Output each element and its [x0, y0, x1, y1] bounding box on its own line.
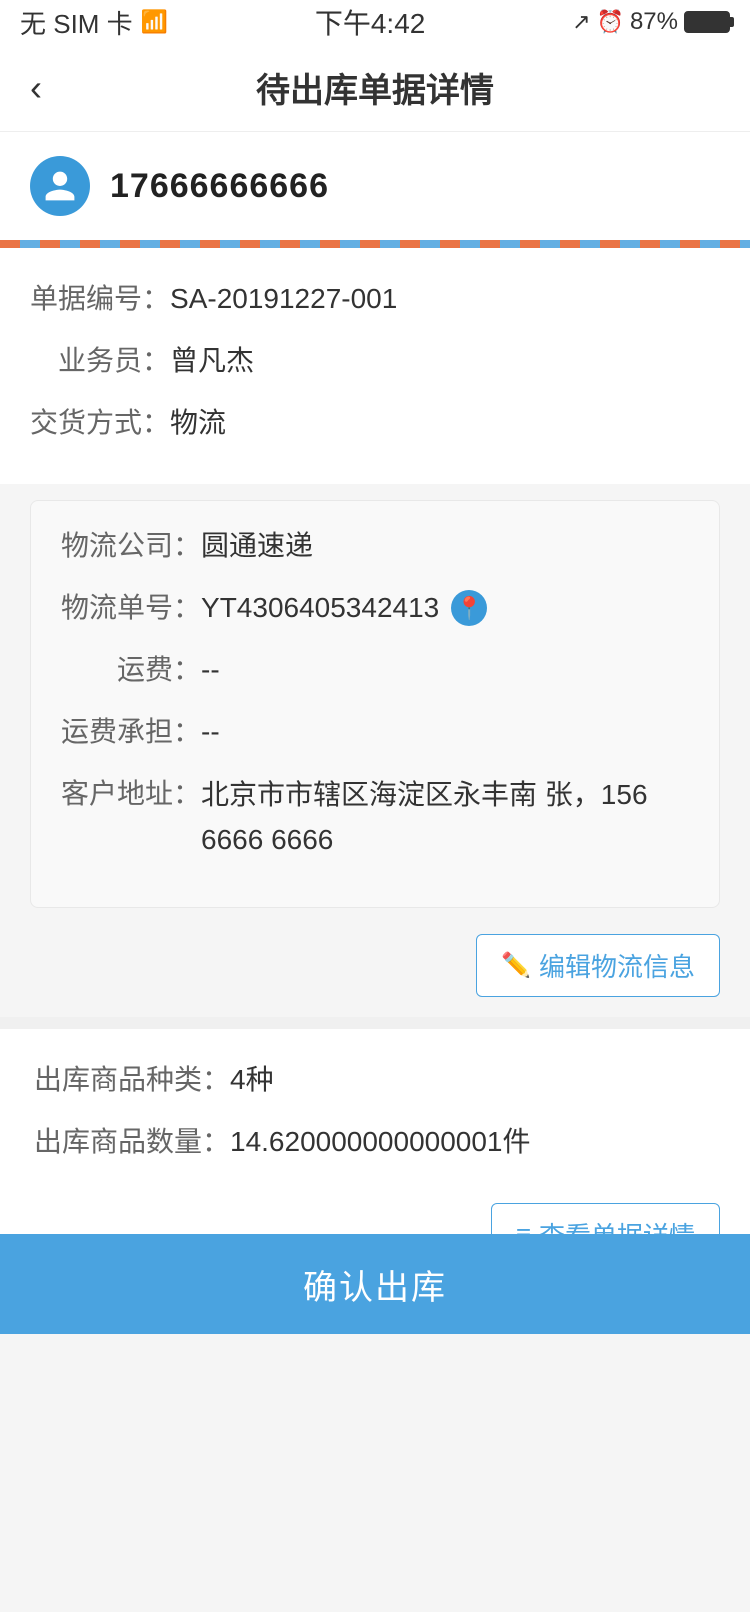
salesman-label: 业务员：	[30, 340, 170, 382]
doc-number-value: SA-20191227-001	[170, 278, 720, 320]
goods-type-label: 出库商品种类：	[30, 1059, 230, 1101]
section-divider	[0, 1017, 750, 1029]
logistics-card: 物流公司： 圆通速递 物流单号： YT4306405342413 运费： -- …	[30, 500, 720, 908]
delivery-method-value: 物流	[170, 402, 720, 444]
dashed-separator	[0, 240, 750, 248]
empty-space	[0, 1312, 750, 1512]
address-value: 北京市市辖区海淀区永丰南 张，156 6666 6666	[201, 773, 689, 863]
document-info-section: 单据编号： SA-20191227-001 业务员： 曾凡杰 交货方式： 物流	[0, 248, 750, 484]
location-pin-icon[interactable]	[451, 590, 487, 626]
tracking-number-value: YT4306405342413	[201, 587, 689, 629]
freight-row: 运费： --	[61, 649, 689, 691]
bottom-bar: 确认出库	[0, 1234, 750, 1334]
address-label: 客户地址：	[61, 773, 201, 815]
status-right: ↗ ⏰ 87%	[572, 8, 730, 36]
delivery-method-label: 交货方式：	[30, 402, 170, 444]
confirm-outbound-button[interactable]: 确认出库	[303, 1260, 447, 1309]
freight-value: --	[201, 649, 689, 691]
delivery-method-row: 交货方式： 物流	[30, 402, 720, 444]
back-button[interactable]: ‹	[30, 57, 52, 119]
salesman-row: 业务员： 曾凡杰	[30, 340, 720, 382]
wifi-icon: 📶	[141, 9, 168, 35]
location-arrow-icon: ↗	[572, 9, 590, 35]
logistics-company-value: 圆通速递	[201, 525, 689, 567]
status-time: 下午4:42	[315, 2, 426, 42]
customer-header: 17666666666	[0, 132, 750, 240]
edit-logistics-button[interactable]: ✏️ 编辑物流信息	[476, 934, 720, 997]
nav-bar: ‹ 待出库单据详情	[0, 44, 750, 132]
goods-quantity-value: 14.620000000000001件	[230, 1121, 720, 1163]
freight-bearer-label: 运费承担：	[61, 711, 201, 753]
battery-icon	[684, 11, 730, 33]
doc-number-row: 单据编号： SA-20191227-001	[30, 278, 720, 320]
edit-logistics-label: 编辑物流信息	[539, 947, 695, 984]
goods-quantity-row: 出库商品数量： 14.620000000000001件	[30, 1121, 720, 1163]
status-bar: 无 SIM 卡 📶 下午4:42 ↗ ⏰ 87%	[0, 0, 750, 44]
freight-bearer-row: 运费承担： --	[61, 711, 689, 753]
freight-bearer-value: --	[201, 711, 689, 753]
edit-icon: ✏️	[501, 951, 531, 980]
goods-type-row: 出库商品种类： 4种	[30, 1059, 720, 1101]
battery-percent: 87%	[630, 8, 678, 36]
goods-quantity-label: 出库商品数量：	[30, 1121, 230, 1163]
logistics-company-row: 物流公司： 圆通速递	[61, 525, 689, 567]
status-left: 无 SIM 卡 📶	[20, 4, 168, 41]
goods-type-value: 4种	[230, 1059, 720, 1101]
tracking-number-label: 物流单号：	[61, 587, 201, 629]
doc-number-label: 单据编号：	[30, 278, 170, 320]
logistics-company-label: 物流公司：	[61, 525, 201, 567]
edit-logistics-container: ✏️ 编辑物流信息	[0, 924, 750, 1017]
salesman-value: 曾凡杰	[170, 340, 720, 382]
alarm-icon: ⏰	[597, 9, 624, 35]
freight-label: 运费：	[61, 649, 201, 691]
page-title: 待出库单据详情	[256, 63, 494, 112]
address-row: 客户地址： 北京市市辖区海淀区永丰南 张，156 6666 6666	[61, 773, 689, 863]
carrier-text: 无 SIM 卡	[20, 4, 133, 41]
customer-phone: 17666666666	[110, 167, 329, 206]
avatar	[30, 156, 90, 216]
tracking-number-row: 物流单号： YT4306405342413	[61, 587, 689, 629]
